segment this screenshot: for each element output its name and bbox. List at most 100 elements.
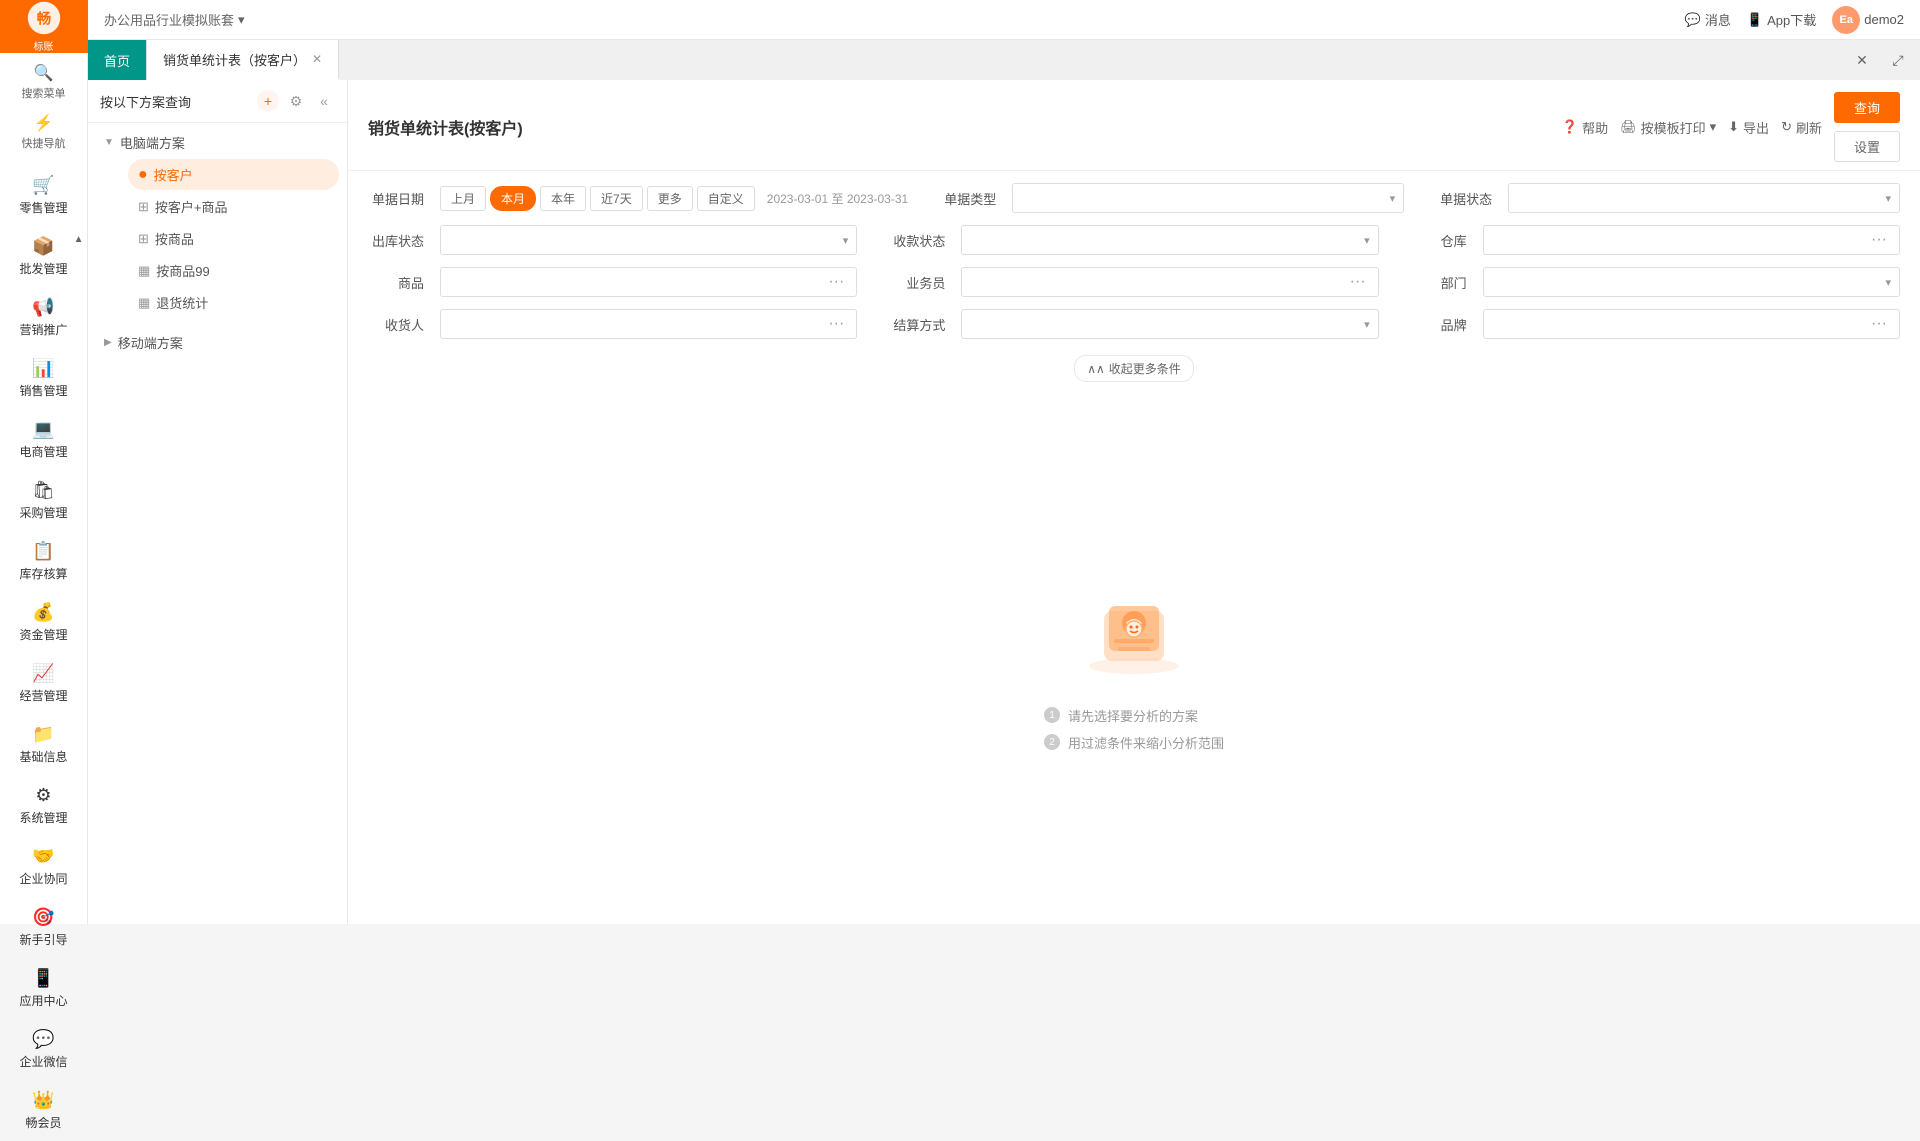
empty-tip-2: 2 用过滤条件来缩小分析范围: [1044, 733, 1224, 752]
desktop-section-header[interactable]: ▼ 电脑端方案: [88, 127, 347, 158]
tab-sales-stats[interactable]: 销货单统计表（按客户） ✕: [147, 40, 339, 80]
warehouse-select[interactable]: ···: [1483, 225, 1900, 255]
sidebar-item-purchase[interactable]: 🛍 采购管理: [0, 470, 88, 531]
sidebar-item-newbie[interactable]: 🎯 新手引导: [0, 897, 88, 958]
operations-icon: 📈: [32, 663, 54, 684]
sidebar-item-operations[interactable]: 📈 经营管理: [0, 653, 88, 714]
desktop-toggle-icon: ▼: [104, 137, 114, 148]
tip-2-num: 2: [1044, 734, 1060, 750]
scheme-settings-btn[interactable]: ⚙: [285, 90, 307, 112]
export-icon: ⬇: [1728, 119, 1739, 135]
date-this-month-btn[interactable]: 本月: [490, 186, 536, 211]
sidebar-item-app-center[interactable]: 📱 应用中心: [0, 958, 88, 1019]
scheme-return-stats[interactable]: ▦ 退货统计: [128, 287, 339, 318]
salesman-more-icon[interactable]: ···: [1346, 273, 1370, 291]
sidebar-item-sales[interactable]: 📊 销售管理: [0, 348, 88, 409]
sidebar-item-retail[interactable]: 🛒 零售管理: [0, 165, 88, 226]
date-last-month-btn[interactable]: 上月: [440, 186, 486, 211]
sales-icon: 📊: [32, 358, 54, 379]
breadcrumb-text: 办公用品行业模拟账套: [104, 10, 234, 29]
date-this-year-btn[interactable]: 本年: [540, 186, 586, 211]
empty-tip-1: 1 请先选择要分析的方案: [1044, 706, 1224, 725]
sidebar-item-enterprise-wechat[interactable]: 💬 企业微信: [0, 1019, 88, 1080]
desktop-section: ▼ 电脑端方案 ● 按客户 ⊞ 按客户+商品 ⊞ 按商品: [88, 123, 347, 323]
scheme-by-customer-product[interactable]: ⊞ 按客户+商品: [128, 191, 339, 222]
out-status-select[interactable]: ▾: [440, 225, 857, 255]
order-status-select[interactable]: ▾: [1508, 183, 1900, 213]
date-custom-btn[interactable]: 自定义: [697, 186, 755, 211]
message-btn[interactable]: 💬 消息: [1685, 10, 1731, 29]
brand-select[interactable]: ···: [1483, 309, 1900, 339]
app-subtitle: 标账: [34, 38, 54, 53]
sidebar-quick-nav[interactable]: ⚡ 快捷导航: [22, 107, 66, 157]
scheme-by-customer-icon: ●: [138, 166, 148, 184]
refresh-label: 刷新: [1796, 118, 1822, 137]
sidebar-item-inventory[interactable]: 📋 库存核算: [0, 531, 88, 592]
product-more-icon[interactable]: ···: [824, 273, 848, 291]
scheme-by-customer-label: 按客户: [154, 165, 193, 184]
warehouse-more-icon[interactable]: ···: [1867, 231, 1891, 249]
right-panel: 销货单统计表(按客户) ❓ 帮助 🖨 按模板打印 ▾ ⬇ 导出: [348, 80, 1920, 924]
collapse-panel-btn[interactable]: «: [313, 90, 335, 112]
sidebar-item-finance[interactable]: 💰 资金管理: [0, 592, 88, 653]
date-more-btn[interactable]: 更多: [647, 186, 693, 211]
search-label: 搜索菜单: [22, 85, 66, 101]
mobile-section-header[interactable]: ▶ 移动端方案: [88, 327, 347, 358]
scheme-by-product-99[interactable]: ▦ 按商品99: [128, 255, 339, 286]
collapse-more-btn[interactable]: ∧∧ 收起更多条件: [1074, 355, 1194, 382]
order-type-select[interactable]: ▾: [1012, 183, 1404, 213]
receive-status-label: 收款状态: [889, 231, 945, 250]
scheme-by-product-label: 按商品: [155, 229, 194, 248]
add-scheme-btn[interactable]: +: [257, 90, 279, 112]
department-select[interactable]: ▾: [1483, 267, 1900, 297]
sidebar-search[interactable]: 🔍 搜索菜单: [22, 53, 66, 107]
settlement-select[interactable]: ▾: [961, 309, 1378, 339]
topbar-right: 💬 消息 📱 App下载 Ea demo2: [1685, 6, 1904, 34]
filter-settings-btn[interactable]: 设置: [1834, 131, 1900, 162]
order-type-arrow-icon: ▾: [1390, 192, 1396, 205]
receive-status-select[interactable]: ▾: [961, 225, 1378, 255]
marketing-label: 营销推广: [19, 321, 67, 338]
sidebar-item-vip[interactable]: 👑 畅会员: [0, 1080, 88, 1141]
order-status-label: 单据状态: [1436, 189, 1492, 208]
tab-close-icon[interactable]: ✕: [312, 52, 322, 66]
help-btn[interactable]: ❓ 帮助: [1562, 118, 1608, 137]
sidebar-item-system[interactable]: ⚙ 系统管理: [0, 775, 88, 836]
department-label: 部门: [1411, 273, 1467, 292]
sidebar-item-ecommerce[interactable]: 💻 电商管理: [0, 409, 88, 470]
tab-close-all-btn[interactable]: ✕: [1848, 46, 1876, 74]
query-btn[interactable]: 查询: [1834, 92, 1900, 123]
breadcrumb-dropdown[interactable]: 办公用品行业模拟账套 ▾: [104, 10, 245, 29]
product-select[interactable]: ···: [440, 267, 857, 297]
receiver-select[interactable]: ···: [440, 309, 857, 339]
app-logo[interactable]: 畅 标账: [0, 0, 88, 53]
tab-maximize-btn[interactable]: ⤢: [1884, 46, 1912, 74]
scheme-by-customer[interactable]: ● 按客户: [128, 159, 339, 190]
export-btn[interactable]: ⬇ 导出: [1728, 118, 1769, 137]
print-btn[interactable]: 🖨 按模板打印 ▾: [1620, 118, 1716, 137]
receiver-more-icon[interactable]: ···: [824, 315, 848, 333]
left-panel-title: 按以下方案查询: [100, 92, 191, 111]
help-icon: ❓: [1562, 119, 1578, 135]
scheme-by-product[interactable]: ⊞ 按商品: [128, 223, 339, 254]
user-profile[interactable]: Ea demo2: [1832, 6, 1904, 34]
sidebar-item-marketing[interactable]: 📢 营销推广: [0, 287, 88, 348]
sidebar-item-wholesale[interactable]: 📦 批发管理 ▲: [0, 226, 88, 287]
salesman-select[interactable]: ···: [961, 267, 1378, 297]
brand-label: 品牌: [1411, 315, 1467, 334]
sidebar-item-enterprise[interactable]: 🤝 企业协同: [0, 836, 88, 897]
order-status-arrow-icon: ▾: [1885, 192, 1891, 205]
add-icon: +: [264, 93, 272, 109]
tab-home[interactable]: 首页: [88, 40, 147, 80]
mobile-section: ▶ 移动端方案: [88, 323, 347, 362]
app-download-btn[interactable]: 📱 App下载: [1747, 10, 1816, 29]
brand-more-icon[interactable]: ···: [1867, 315, 1891, 333]
enterprise-wechat-icon: 💬: [32, 1029, 54, 1050]
scheme-return-stats-label: 退货统计: [156, 293, 208, 312]
sidebar-item-basic[interactable]: 📁 基础信息: [0, 714, 88, 775]
date-last-7days-btn[interactable]: 近7天: [590, 186, 643, 211]
refresh-btn[interactable]: ↻ 刷新: [1781, 118, 1822, 137]
topbar: 办公用品行业模拟账套 ▾ 💬 消息 📱 App下载 Ea demo2: [88, 0, 1920, 40]
ecommerce-label: 电商管理: [19, 443, 67, 460]
newbie-icon: 🎯: [32, 907, 54, 928]
